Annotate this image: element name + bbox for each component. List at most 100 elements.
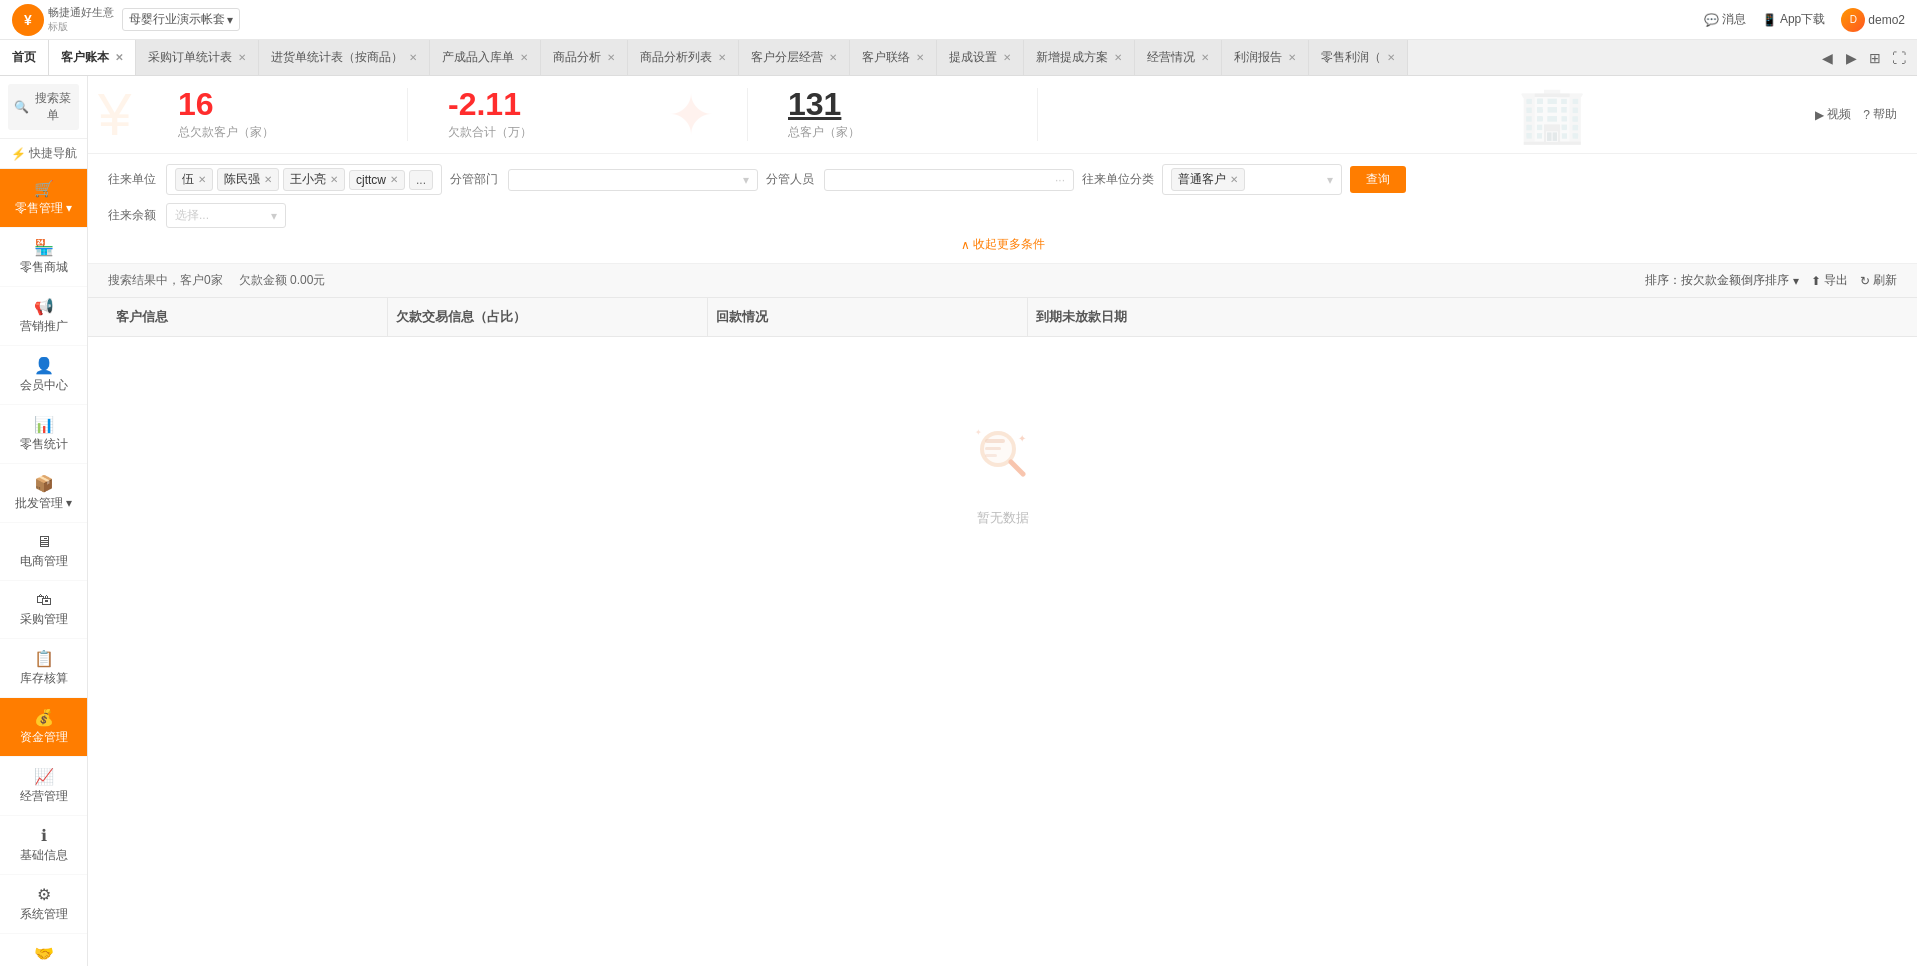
help-btn[interactable]: ? 帮助 xyxy=(1863,106,1897,123)
sort-arrow-icon: ▾ xyxy=(1793,274,1799,288)
tab-product-analysis-list[interactable]: 商品分析列表 ✕ xyxy=(628,40,739,76)
close-tab-product-analysis[interactable]: ✕ xyxy=(607,52,615,63)
sidebar-item-system[interactable]: ⚙ 系统管理 xyxy=(0,875,87,934)
svg-rect-5 xyxy=(985,454,997,457)
svg-text:✦: ✦ xyxy=(975,428,982,437)
total-customers-label: 总欠款客户（家） xyxy=(178,124,274,141)
sidebar-item-inventory[interactable]: 📋 库存核算 xyxy=(0,639,87,698)
tab-customer-seg[interactable]: 客户分层经营 ✕ xyxy=(739,40,850,76)
inventory-icon: 📋 xyxy=(6,649,81,668)
tab-product-inbound[interactable]: 产成品入库单 ✕ xyxy=(430,40,541,76)
sidebar-item-basic-info[interactable]: ℹ 基础信息 xyxy=(0,816,87,875)
sidebar-item-retail[interactable]: 🛒 零售管理 ▾ xyxy=(0,169,87,228)
shop-icon: 🏪 xyxy=(6,238,81,257)
close-tab-product-analysis-list[interactable]: ✕ xyxy=(718,52,726,63)
sidebar-item-operations-mgr[interactable]: 📈 经营管理 xyxy=(0,757,87,816)
remove-tag-cjttcw[interactable]: ✕ xyxy=(390,174,398,185)
tab-purchase-order-stats[interactable]: 采购订单统计表 ✕ xyxy=(136,40,259,76)
sidebar-item-retail-shop[interactable]: 🏪 零售商城 xyxy=(0,228,87,287)
user-avatar[interactable]: D demo2 xyxy=(1841,8,1905,32)
close-tab-operations[interactable]: ✕ xyxy=(1201,52,1209,63)
close-tab-customer-seg[interactable]: ✕ xyxy=(829,52,837,63)
sidebar-item-retail-stats[interactable]: 📊 零售统计 xyxy=(0,405,87,464)
remove-tag-chen[interactable]: ✕ xyxy=(264,174,272,185)
close-tab-incoming-stats[interactable]: ✕ xyxy=(409,52,417,63)
sidebar-item-wholesale[interactable]: 📦 批发管理 ▾ xyxy=(0,464,87,523)
chevron-down-icon: ▾ xyxy=(66,201,72,215)
stats-bg-icon-mid: ✦ xyxy=(668,83,714,147)
close-tab-remind-settings[interactable]: ✕ xyxy=(1003,52,1011,63)
video-btn[interactable]: ▶ 视频 xyxy=(1815,106,1851,123)
sidebar-item-enterprise-collab[interactable]: 🤝 企业协同 xyxy=(0,934,87,966)
tag-wangxiaoliang: 王小亮 ✕ xyxy=(283,168,345,191)
close-tab-new-plan[interactable]: ✕ xyxy=(1114,52,1122,63)
sidebar-item-member[interactable]: 👤 会员中心 xyxy=(0,346,87,405)
total-customers2-label: 总客户（家） xyxy=(788,124,860,141)
logo-sub: 标版 xyxy=(48,20,114,34)
nav-expand[interactable]: ⊞ xyxy=(1865,48,1885,68)
close-tab-retail-profit[interactable]: ✕ xyxy=(1387,52,1395,63)
remove-tag-wang[interactable]: ✕ xyxy=(330,174,338,185)
table-area: 搜索结果中，客户0家 欠款金额 0.00元 排序：按欠款金额倒序排序 ▾ ⬆ 导… xyxy=(88,264,1917,966)
export-icon: ⬆ xyxy=(1811,274,1821,288)
stats-actions: ▶ 视频 ? 帮助 xyxy=(1815,106,1897,123)
app-download-btn[interactable]: 📱 App下载 xyxy=(1762,11,1825,28)
tab-operations[interactable]: 经营情况 ✕ xyxy=(1135,40,1222,76)
toolbar-actions: 排序：按欠款金额倒序排序 ▾ ⬆ 导出 ↻ 刷新 xyxy=(1645,272,1897,289)
tab-home[interactable]: 首页 xyxy=(0,40,49,76)
manager-select[interactable]: ··· xyxy=(824,169,1074,191)
balance-select[interactable]: 选择... ▾ xyxy=(166,203,286,228)
close-tab-purchase-order-stats[interactable]: ✕ xyxy=(238,52,246,63)
sidebar-item-finance[interactable]: 💰 资金管理 xyxy=(0,698,87,757)
sidebar-search-area: 🔍 搜索菜单 xyxy=(0,76,87,139)
department-select[interactable]: ▾ xyxy=(508,169,758,191)
close-tab-profit-report[interactable]: ✕ xyxy=(1288,52,1296,63)
tab-remind-settings[interactable]: 提成设置 ✕ xyxy=(937,40,1024,76)
tab-new-plan[interactable]: 新增提成方案 ✕ xyxy=(1024,40,1135,76)
sidebar-item-marketing[interactable]: 📢 营销推广 xyxy=(0,287,87,346)
avatar: D xyxy=(1841,8,1865,32)
messages-btn[interactable]: 💬 消息 xyxy=(1704,11,1746,28)
basic-icon: ℹ xyxy=(6,826,81,845)
nav-fullscreen[interactable]: ⛶ xyxy=(1889,48,1909,68)
close-tab-customer-book[interactable]: ✕ xyxy=(115,52,123,63)
collapse-btn[interactable]: ∧ 收起更多条件 xyxy=(961,236,1045,253)
remove-tag-normal-customer[interactable]: ✕ xyxy=(1230,174,1238,185)
close-tab-product-inbound[interactable]: ✕ xyxy=(520,52,528,63)
nav-scroll-right[interactable]: ▶ xyxy=(1841,48,1861,68)
tab-retail-profit[interactable]: 零售利润（ ✕ xyxy=(1309,40,1408,76)
tab-customer-contact[interactable]: 客户联络 ✕ xyxy=(850,40,937,76)
sidebar-item-ecommerce[interactable]: 🖥 电商管理 xyxy=(0,523,87,581)
close-tab-customer-contact[interactable]: ✕ xyxy=(916,52,924,63)
account-dropdown[interactable]: 母婴行业演示帐套 ▾ xyxy=(122,8,240,31)
search-menu-btn[interactable]: 🔍 搜索菜单 xyxy=(8,84,79,130)
department-label: 分管部门 xyxy=(450,171,500,188)
finance-icon: 💰 xyxy=(6,708,81,727)
logo-text: 畅捷通好生意 xyxy=(48,5,114,19)
company-input-tags[interactable]: 伍 ✕ 陈民强 ✕ 王小亮 ✕ cjttcw ✕ ... xyxy=(166,164,442,195)
ecommerce-icon: 🖥 xyxy=(6,533,81,551)
sort-label: 排序：按欠款金额倒序排序 xyxy=(1645,272,1789,289)
chevron-down-icon-wholesale: ▾ xyxy=(66,496,72,510)
filter-bar: 往来单位 伍 ✕ 陈民强 ✕ 王小亮 ✕ cjttcw xyxy=(88,154,1917,264)
sort-selector[interactable]: 排序：按欠款金额倒序排序 ▾ xyxy=(1645,272,1799,289)
balance-dropdown-arrow: ▾ xyxy=(271,209,277,223)
more-tags-btn[interactable]: ... xyxy=(409,170,433,190)
sidebar-item-purchase[interactable]: 🛍 采购管理 xyxy=(0,581,87,639)
debt-total-label: 欠款合计（万） xyxy=(448,124,532,141)
nav-scroll-left[interactable]: ◀ xyxy=(1817,48,1837,68)
tag-wu: 伍 ✕ xyxy=(175,168,213,191)
query-button[interactable]: 查询 xyxy=(1350,166,1406,193)
message-icon: 💬 xyxy=(1704,13,1719,27)
sidebar-quick-nav[interactable]: ⚡ 快捷导航 xyxy=(0,139,87,169)
stats-bar: ¥ 16 总欠款客户（家） ✦ -2.11 欠款合计（万） 🏢 131 总客户（… xyxy=(88,76,1917,154)
tab-profit-report[interactable]: 利润报告 ✕ xyxy=(1222,40,1309,76)
tab-customer-book[interactable]: 客户账本 ✕ xyxy=(49,40,136,76)
tab-incoming-stats[interactable]: 进货单统计表（按商品） ✕ xyxy=(259,40,430,76)
remove-tag-wu[interactable]: ✕ xyxy=(198,174,206,185)
manager-label: 分管人员 xyxy=(766,171,816,188)
tab-product-analysis[interactable]: 商品分析 ✕ xyxy=(541,40,628,76)
category-input-tags[interactable]: 普通客户 ✕ ▾ xyxy=(1162,164,1342,195)
refresh-btn[interactable]: ↻ 刷新 xyxy=(1860,272,1897,289)
export-btn[interactable]: ⬆ 导出 xyxy=(1811,272,1848,289)
